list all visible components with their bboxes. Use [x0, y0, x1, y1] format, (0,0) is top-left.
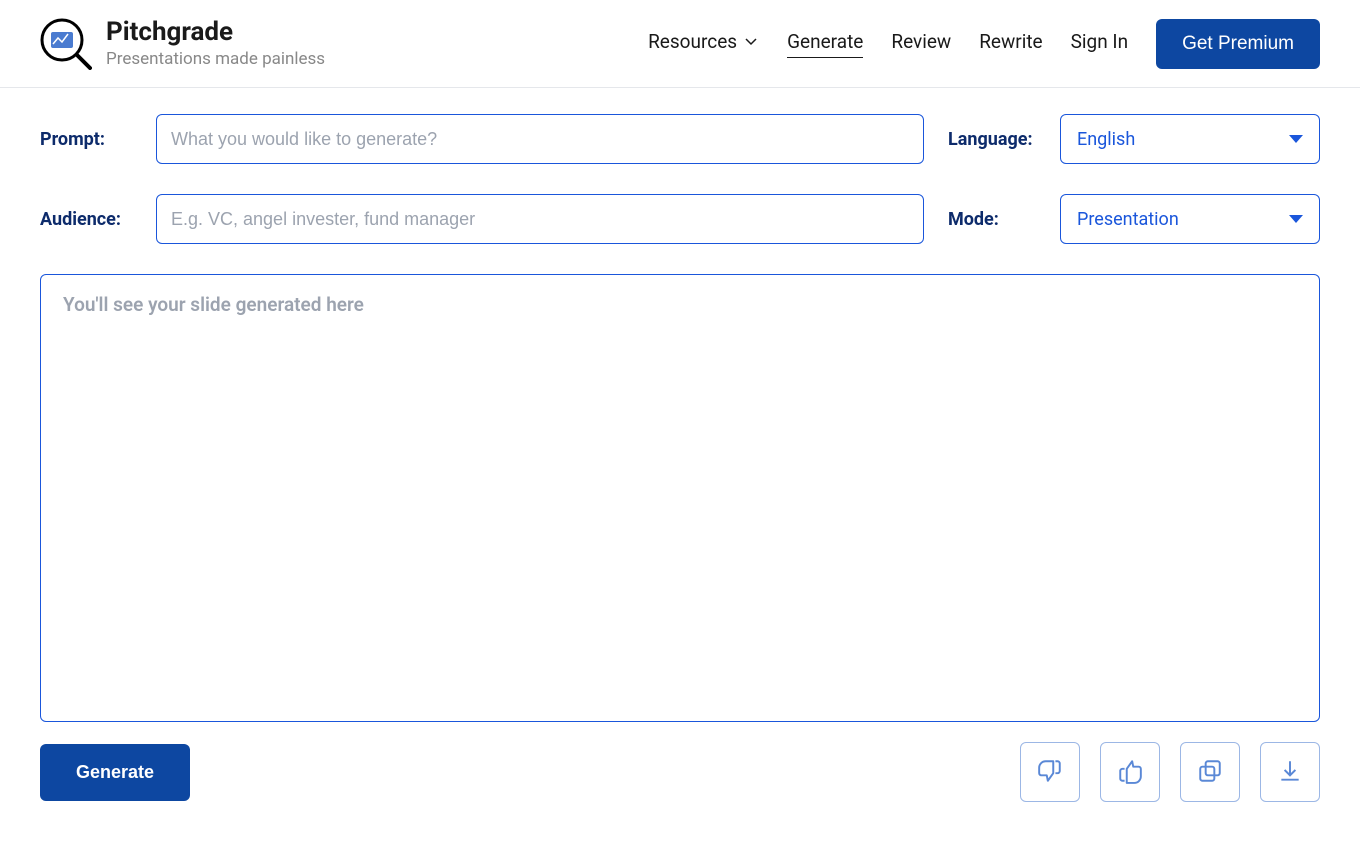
- nav-resources-label: Resources: [648, 30, 737, 53]
- mode-label: Mode:: [948, 209, 1040, 230]
- mode-select[interactable]: Presentation: [1060, 194, 1320, 244]
- brand-subtitle: Presentations made painless: [106, 48, 325, 70]
- feedback-buttons: [1020, 742, 1320, 802]
- brand-title: Pitchgrade: [106, 17, 325, 48]
- thumbs-up-icon: [1117, 758, 1143, 787]
- thumbs-down-button[interactable]: [1020, 742, 1080, 802]
- copy-icon: [1197, 758, 1223, 787]
- download-button[interactable]: [1260, 742, 1320, 802]
- thumbs-down-icon: [1037, 758, 1063, 787]
- get-premium-button[interactable]: Get Premium: [1156, 19, 1320, 69]
- language-select[interactable]: English: [1060, 114, 1320, 164]
- thumbs-up-button[interactable]: [1100, 742, 1160, 802]
- nav-signin-label: Sign In: [1071, 30, 1128, 53]
- nav-rewrite[interactable]: Rewrite: [979, 30, 1042, 58]
- prompt-label: Prompt:: [40, 129, 136, 150]
- prompt-row: Prompt: Language: English: [40, 114, 1320, 164]
- header: Pitchgrade Presentations made painless R…: [0, 0, 1360, 88]
- audience-input[interactable]: [156, 194, 924, 244]
- nav-rewrite-label: Rewrite: [979, 30, 1042, 53]
- output-placeholder: You'll see your slide generated here: [63, 293, 1297, 316]
- actions-row: Generate: [40, 742, 1320, 802]
- language-label: Language:: [948, 129, 1040, 150]
- caret-down-icon: [1289, 215, 1303, 223]
- generate-button[interactable]: Generate: [40, 744, 190, 801]
- nav: Resources Generate Review Rewrite Sign I…: [648, 19, 1320, 69]
- audience-row: Audience: Mode: Presentation: [40, 194, 1320, 244]
- caret-down-icon: [1289, 135, 1303, 143]
- nav-review-label: Review: [891, 30, 951, 53]
- output-panel: You'll see your slide generated here: [40, 274, 1320, 722]
- nav-generate-label: Generate: [787, 30, 863, 53]
- audience-label: Audience:: [40, 209, 136, 230]
- nav-generate[interactable]: Generate: [787, 30, 863, 58]
- nav-resources[interactable]: Resources: [648, 30, 759, 58]
- copy-button[interactable]: [1180, 742, 1240, 802]
- nav-signin[interactable]: Sign In: [1071, 30, 1128, 58]
- brand-text: Pitchgrade Presentations made painless: [106, 17, 325, 70]
- language-value: English: [1077, 129, 1135, 150]
- chevron-down-icon: [743, 33, 759, 49]
- magnifier-chart-icon: [40, 18, 92, 70]
- logo-area[interactable]: Pitchgrade Presentations made painless: [40, 17, 325, 70]
- prompt-input[interactable]: [156, 114, 924, 164]
- main: Prompt: Language: English Audience: Mode…: [0, 88, 1360, 802]
- mode-value: Presentation: [1077, 209, 1179, 230]
- download-icon: [1277, 758, 1303, 787]
- nav-review[interactable]: Review: [891, 30, 951, 58]
